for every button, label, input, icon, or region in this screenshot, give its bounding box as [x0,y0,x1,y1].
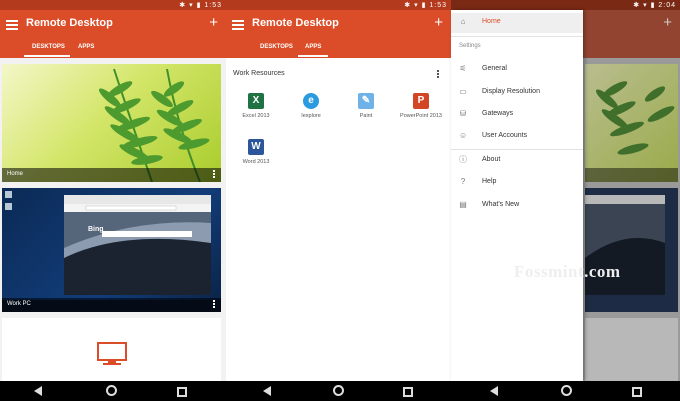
more-options-icon[interactable] [213,170,215,179]
app-label: Paint [359,113,373,119]
back-icon[interactable] [263,386,271,396]
sliders-icon: ⚟ [459,64,467,73]
status-time: 2:04 [658,2,676,9]
app-title: Remote Desktop [26,17,113,29]
fern-wallpaper [595,81,675,155]
menu-icon[interactable] [6,20,18,30]
home-icon: ⌂ [460,17,466,26]
card-footer: Home [2,168,221,182]
card-footer: Work PC [2,298,221,312]
tab-apps[interactable]: APPS [305,44,321,50]
status-time: 1:53 [204,2,222,9]
drawer-item-label: Help [482,178,497,185]
fern-wallpaper [98,68,210,182]
app-powerpoint-2013[interactable]: P PowerPoint 2013 [396,93,446,119]
app-label: Word 2013 [242,159,270,165]
remote-desktop-preview [2,191,221,312]
system-nav-bar [0,381,680,401]
app-bar: Remote Desktop + DESKTOPS APPS [0,10,226,58]
add-desktop-card[interactable] [2,318,221,381]
person-icon: ☺ [459,131,468,140]
app-bar: Remote Desktop + DESKTOPS APPS [226,10,451,58]
card-footer [585,168,678,182]
screen-apps: ✱ ▾ ▮ 1:53 Remote Desktop + DESKTOPS APP… [226,0,451,381]
drawer-item-user-accounts[interactable]: ☺ User Accounts [451,127,583,147]
status-bar: ✱ ▾ ▮ 1:53 [226,0,451,10]
add-icon[interactable]: + [434,14,443,31]
tab-desktops[interactable]: DESKTOPS [32,44,65,50]
app-excel-2013[interactable]: X Excel 2013 [231,93,281,119]
divider [451,36,583,37]
recents-icon[interactable] [177,387,187,397]
desktop-name: Home [7,171,24,177]
excel-icon: X [248,93,264,109]
internet-explorer-icon: e [303,93,319,109]
watermark: Fossmint.com [514,262,621,281]
drawer-item-label: Display Resolution [482,88,540,95]
navigation-drawer: ⌂ Home Settings ⚟ General ▭ Display Reso… [451,10,583,381]
section-header: Settings [459,43,481,49]
drawer-item-whats-new[interactable]: ▤ What's New [451,196,583,216]
app-label: PowerPoint 2013 [400,113,442,119]
home-button-icon[interactable] [561,385,572,396]
app-label: Excel 2013 [242,113,270,119]
home-button-icon[interactable] [333,385,344,396]
recents-icon[interactable] [632,387,642,397]
recents-icon[interactable] [403,387,413,397]
back-icon[interactable] [34,386,42,396]
tab-indicator [24,55,70,57]
divider [451,149,583,150]
tab-desktops[interactable]: DESKTOPS [260,44,293,50]
desktop-name: Work PC [7,301,31,307]
app-label: Iexplore [301,113,321,119]
desktop-card-work-pc[interactable]: Bing Work PC [2,188,221,312]
app-iexplore[interactable]: e Iexplore [286,93,336,119]
add-desktop-card-dimmed [585,318,678,381]
more-options-icon[interactable] [213,300,215,309]
desktop-card-home-dimmed [585,64,678,182]
more-options-icon[interactable] [437,70,439,79]
drawer-item-label: Home [482,18,501,25]
app-word-2013[interactable]: W Word 2013 [231,139,281,165]
status-time: 1:53 [429,2,447,9]
question-icon: ? [460,177,466,186]
home-button-icon[interactable] [106,385,117,396]
drawer-item-gateways[interactable]: ⛁ Gateways [451,105,583,125]
gateway-icon: ⛁ [459,109,467,118]
drawer-item-general[interactable]: ⚟ General [451,60,583,80]
tab-apps[interactable]: APPS [78,44,94,50]
desktop-card-home[interactable]: Home [2,64,221,182]
remote-desktop-preview [585,195,665,295]
drawer-item-help[interactable]: ? Help [451,173,583,193]
drawer-item-label: What's New [482,201,520,208]
powerpoint-icon: P [413,93,429,109]
desktop-card-work-pc-dimmed [585,188,678,312]
drawer-item-about[interactable]: ⓘ About [451,151,583,171]
tab-indicator [298,55,328,57]
monitor-icon: ▭ [459,87,467,96]
add-icon[interactable]: + [209,14,218,31]
drawer-item-label: General [482,65,507,72]
screen-desktops: ✱ ▾ ▮ 1:53 Remote Desktop + DESKTOPS APP… [0,0,226,381]
menu-icon[interactable] [232,20,244,30]
drawer-item-label: Gateways [482,110,514,117]
add-icon[interactable]: + [663,14,672,31]
monitor-icon [97,342,127,365]
status-bar: ✱ ▾ ▮ 1:53 [0,0,226,10]
status-bar: ✱ ▾ ▮ 2:04 [451,0,680,10]
back-icon[interactable] [490,386,498,396]
drawer-item-label: About [482,156,501,163]
app-paint[interactable]: ✎ Paint [341,93,391,119]
drawer-item-home[interactable]: ⌂ Home [451,13,583,33]
bing-logo: Bing [88,226,104,233]
section-title: Work Resources [233,70,285,77]
word-icon: W [248,139,264,155]
info-icon: ⓘ [459,155,467,164]
drawer-item-label: User Accounts [482,132,528,139]
app-title: Remote Desktop [252,17,339,29]
paint-icon: ✎ [358,93,374,109]
news-icon: ▤ [459,200,467,209]
drawer-item-display-resolution[interactable]: ▭ Display Resolution [451,83,583,103]
